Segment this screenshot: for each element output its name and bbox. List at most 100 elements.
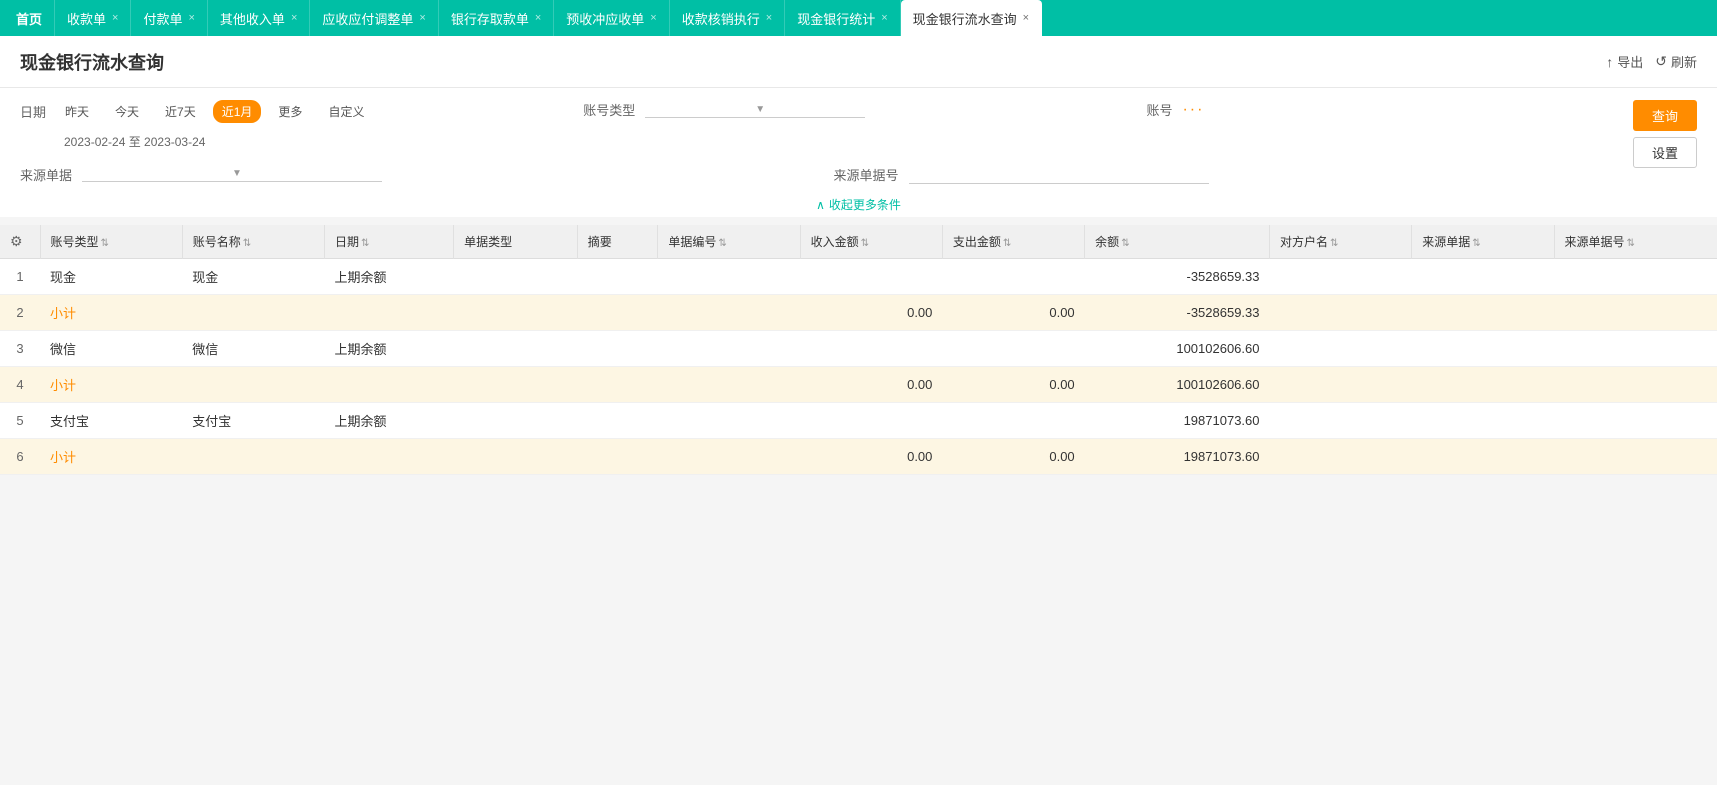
date-filter-row: 日期 昨天 今天 近7天 近1月 更多 自定义 [20, 100, 583, 123]
col-source-doc[interactable]: 来源单据⇅ [1412, 225, 1554, 259]
cell-source-doc [1412, 367, 1554, 403]
date-btn-7days[interactable]: 近7天 [156, 100, 205, 123]
col-account-name[interactable]: 账号名称⇅ [182, 225, 324, 259]
date-btn-more[interactable]: 更多 [269, 100, 311, 123]
cell-counterpart [1270, 403, 1412, 439]
col-doc-no[interactable]: 单据编号⇅ [658, 225, 800, 259]
nav-receipt-close[interactable]: × [112, 12, 118, 24]
col-source-doc-no[interactable]: 来源单据号⇅ [1554, 225, 1717, 259]
refresh-icon: ↺ [1655, 53, 1667, 70]
nav-item-other-income[interactable]: 其他收入单 × [208, 0, 310, 36]
collapse-bar[interactable]: ∧ 收起更多条件 [20, 192, 1697, 217]
nav-receipt-label: 收款单 [67, 9, 106, 28]
col-balance[interactable]: 余额⇅ [1085, 225, 1270, 259]
cell-balance: 100102606.60 [1085, 331, 1270, 367]
nav-item-cash-flow[interactable]: 现金银行流水查询 × [901, 0, 1042, 36]
cell-expense [942, 403, 1084, 439]
cell-balance: 100102606.60 [1085, 367, 1270, 403]
nav-item-writeoff[interactable]: 收款核销执行 × [670, 0, 785, 36]
nav-prepay-close[interactable]: × [650, 12, 656, 24]
cell-summary [577, 439, 658, 475]
cell-source-doc [1412, 439, 1554, 475]
nav-other-income-close[interactable]: × [291, 12, 297, 24]
cell-doc-type [454, 295, 578, 331]
source-doc-no-input[interactable] [909, 164, 1209, 184]
cell-income: 0.00 [800, 367, 942, 403]
account-type-select[interactable]: ▼ [645, 102, 865, 118]
cell-summary [577, 295, 658, 331]
nav-bank-close[interactable]: × [535, 12, 541, 24]
cell-account-name: 现金 [182, 259, 324, 295]
export-button[interactable]: ↑ 导出 [1606, 52, 1643, 71]
cell-account-name [182, 295, 324, 331]
header-actions: ↑ 导出 ↺ 刷新 [1606, 52, 1697, 71]
account-ellipsis-button[interactable]: ··· [1182, 101, 1204, 119]
cell-summary [577, 259, 658, 295]
page-title: 现金银行流水查询 [20, 49, 164, 75]
table-row: 3微信微信上期余额100102606.60 [0, 331, 1717, 367]
date-btn-yesterday[interactable]: 昨天 [56, 100, 98, 123]
nav-prepay-label: 预收冲应收单 [566, 9, 644, 28]
filter-right-col: 账号 ··· [1146, 100, 1597, 129]
date-btn-custom[interactable]: 自定义 [319, 100, 373, 123]
account-label: 账号 [1146, 100, 1172, 119]
cell-account-name: 微信 [182, 331, 324, 367]
cell-index: 3 [0, 331, 40, 367]
col-account-type[interactable]: 账号类型⇅ [40, 225, 182, 259]
nav-payment-close[interactable]: × [188, 12, 194, 24]
cell-date [325, 439, 454, 475]
sort-date-icon: ⇅ [361, 238, 369, 249]
nav-cash-flow-close[interactable]: × [1023, 12, 1029, 24]
account-type-label: 账号类型 [583, 100, 635, 119]
settings-button[interactable]: 设置 [1633, 137, 1697, 168]
date-btn-1month[interactable]: 近1月 [213, 100, 262, 123]
nav-other-income-label: 其他收入单 [220, 9, 285, 28]
cell-doc-type [454, 331, 578, 367]
cell-date: 上期余额 [325, 259, 454, 295]
filter-left-col: 日期 昨天 今天 近7天 近1月 更多 自定义 2023-02-24 至 202… [20, 100, 583, 160]
nav-item-bank-deposit[interactable]: 银行存取款单 × [439, 0, 554, 36]
col-income[interactable]: 收入金额⇅ [800, 225, 942, 259]
account-type-arrow-icon: ▼ [755, 104, 861, 115]
cell-balance: 19871073.60 [1085, 439, 1270, 475]
col-counterpart[interactable]: 对方户名⇅ [1270, 225, 1412, 259]
date-btn-today[interactable]: 今天 [106, 100, 148, 123]
cell-source-doc-no [1554, 295, 1717, 331]
cell-counterpart [1270, 367, 1412, 403]
nav-item-payment[interactable]: 付款单 × [131, 0, 207, 36]
nav-ar-ap-close[interactable]: × [419, 12, 425, 24]
cell-summary [577, 403, 658, 439]
nav-cash-stat-close[interactable]: × [881, 12, 887, 24]
refresh-button[interactable]: ↺ 刷新 [1655, 52, 1697, 71]
nav-item-prepay[interactable]: 预收冲应收单 × [554, 0, 669, 36]
nav-item-ar-ap-adjust[interactable]: 应收应付调整单 × [310, 0, 438, 36]
nav-item-cash-stat[interactable]: 现金银行统计 × [785, 0, 900, 36]
table-row: 2小计0.000.00-3528659.33 [0, 295, 1717, 331]
sort-expense-icon: ⇅ [1003, 238, 1011, 249]
cell-account-type: 小计 [40, 439, 182, 475]
cell-balance: -3528659.33 [1085, 295, 1270, 331]
nav-payment-label: 付款单 [143, 9, 182, 28]
col-expense[interactable]: 支出金额⇅ [942, 225, 1084, 259]
cell-expense [942, 331, 1084, 367]
source-doc-select[interactable]: ▼ [82, 166, 382, 182]
nav-cash-stat-label: 现金银行统计 [797, 9, 875, 28]
account-no-filter-row: 账号 ··· [1146, 100, 1597, 119]
cell-balance: 19871073.60 [1085, 403, 1270, 439]
top-navigation: 首页 收款单 × 付款单 × 其他收入单 × 应收应付调整单 × 银行存取款单 … [0, 0, 1717, 36]
cell-balance: -3528659.33 [1085, 259, 1270, 295]
nav-item-home[interactable]: 首页 [4, 0, 55, 36]
cell-doc-no [658, 367, 800, 403]
nav-writeoff-close[interactable]: × [766, 12, 772, 24]
refresh-label: 刷新 [1671, 52, 1697, 71]
table-header-row: ⚙ 账号类型⇅ 账号名称⇅ 日期⇅ 单据类型 摘要 单据编号⇅ 收入金额⇅ [0, 225, 1717, 259]
nav-item-receipt[interactable]: 收款单 × [55, 0, 131, 36]
sort-income-icon: ⇅ [861, 238, 869, 249]
query-button[interactable]: 查询 [1633, 100, 1697, 131]
date-label: 日期 [20, 102, 46, 121]
cell-doc-no [658, 331, 800, 367]
gear-icon[interactable]: ⚙ [10, 233, 23, 249]
sort-account-name-icon: ⇅ [243, 238, 251, 249]
col-gear[interactable]: ⚙ [0, 225, 40, 259]
col-date[interactable]: 日期⇅ [325, 225, 454, 259]
